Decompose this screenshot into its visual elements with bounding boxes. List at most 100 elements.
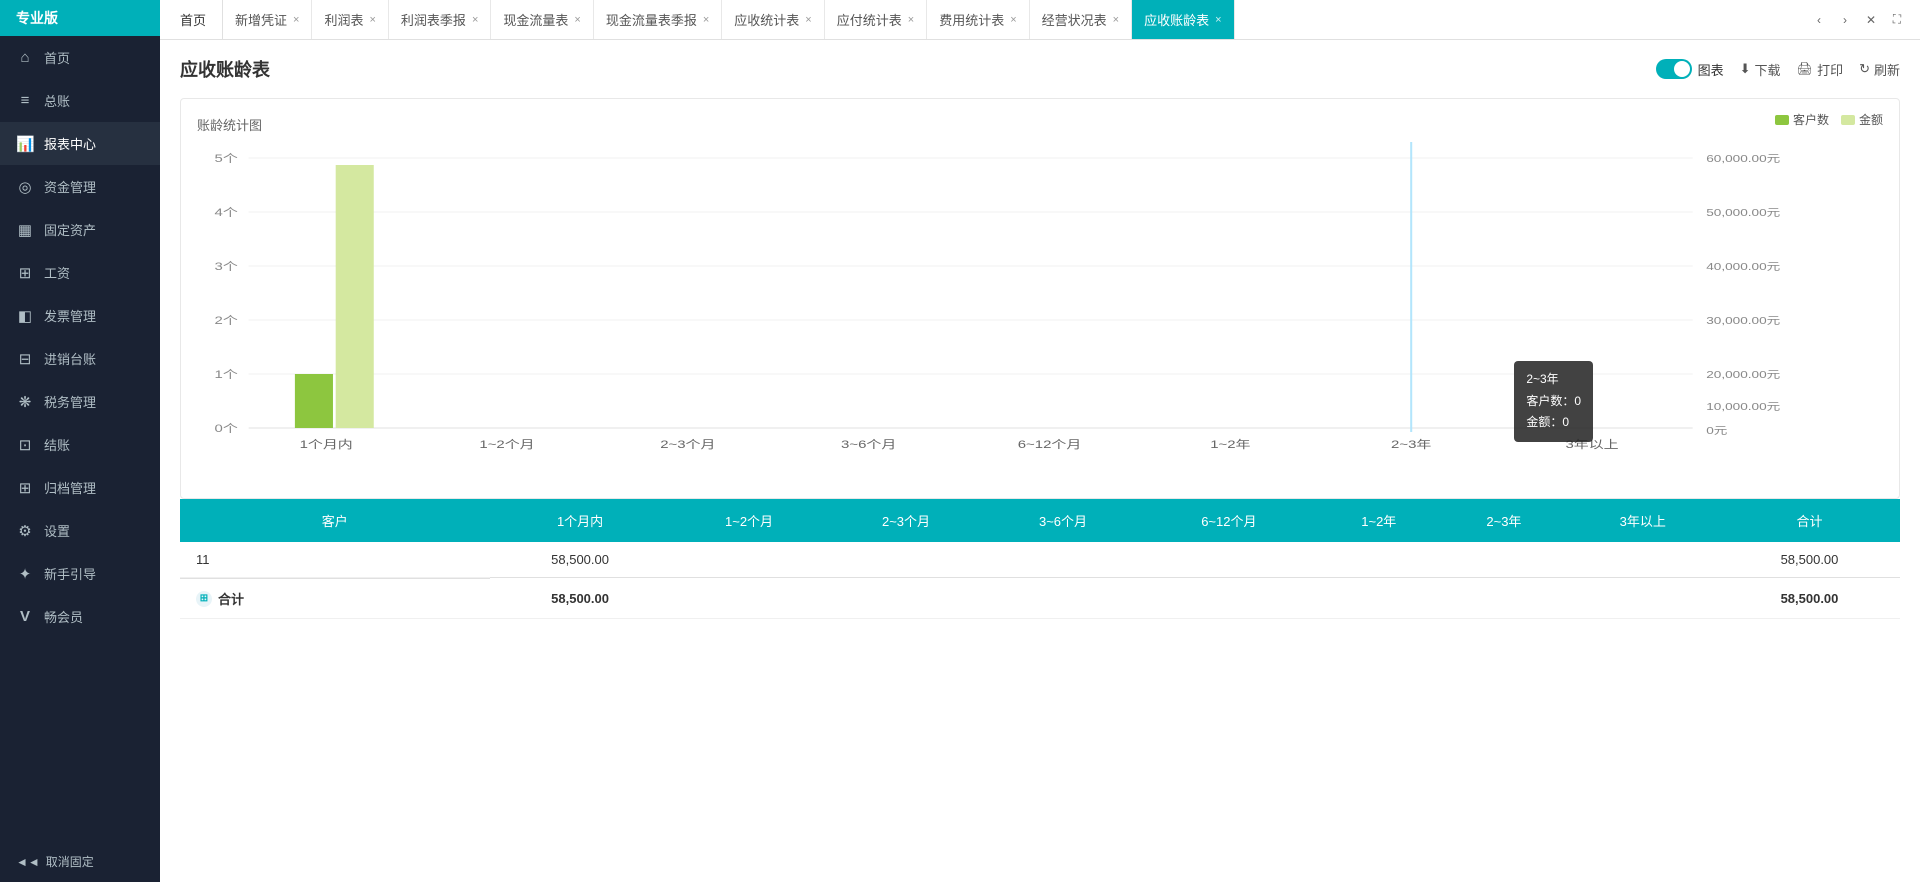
chart-toggle[interactable]: 图表 bbox=[1656, 59, 1724, 79]
tab-expand-btn[interactable]: ⛶ bbox=[1886, 9, 1908, 31]
sidebar-item-ledger[interactable]: ≡ 总账 bbox=[0, 79, 160, 122]
tab-profit-quarter[interactable]: 利润表季报 × bbox=[389, 0, 491, 39]
tab-voucher-label: 新增凭证 bbox=[235, 10, 287, 29]
settings-icon: ⚙ bbox=[16, 522, 34, 540]
legend-color-amount bbox=[1841, 115, 1855, 125]
total-icon: ⊞ bbox=[196, 591, 212, 607]
print-btn[interactable]: 🖨 打印 bbox=[1797, 60, 1844, 79]
total-label: 合计 bbox=[218, 589, 244, 608]
page-actions: 图表 ⬇ 下载 🖨 打印 ↻ 刷新 bbox=[1656, 59, 1900, 79]
tab-voucher[interactable]: 新增凭证 × bbox=[223, 0, 312, 39]
tab-profit-close[interactable]: × bbox=[369, 14, 375, 26]
tab-cashflow-quarter[interactable]: 现金流量表季报 × bbox=[594, 0, 722, 39]
tab-business-status[interactable]: 经营状况表 × bbox=[1030, 0, 1132, 39]
cell-m4 bbox=[985, 542, 1142, 578]
sidebar-label-inventory: 进销台账 bbox=[44, 349, 96, 368]
chart-title: 账龄统计图 bbox=[197, 115, 1883, 134]
download-btn[interactable]: ⬇ 下载 bbox=[1740, 60, 1781, 79]
col-m6: 1~2年 bbox=[1316, 499, 1441, 542]
sidebar-item-inventory[interactable]: ⊟ 进销台账 bbox=[0, 337, 160, 380]
sidebar-label-closing: 结账 bbox=[44, 435, 70, 454]
tab-cashflow-label: 现金流量表 bbox=[503, 10, 568, 29]
tab-ar-aging-label: 应收账龄表 bbox=[1144, 10, 1209, 29]
col-customer: 客户 bbox=[180, 499, 490, 542]
sidebar-item-closing[interactable]: ⊡ 结账 bbox=[0, 423, 160, 466]
y-right-10k: 10,000.00元 bbox=[1706, 401, 1780, 413]
x-label-m1: 1个月内 bbox=[300, 438, 353, 451]
archive-icon: ⊞ bbox=[16, 479, 34, 497]
tab-ar-aging[interactable]: 应收账龄表 × bbox=[1132, 0, 1234, 39]
sidebar-item-archive[interactable]: ⊞ 归档管理 bbox=[0, 466, 160, 509]
y-label-2: 2个 bbox=[215, 314, 238, 327]
cell-m6 bbox=[1316, 542, 1441, 578]
bar-m1-customers bbox=[295, 374, 333, 428]
sidebar-item-reports[interactable]: 📊 报表中心 bbox=[0, 122, 160, 165]
home-icon: ⌂ bbox=[16, 49, 34, 66]
sidebar-item-tax[interactable]: ❋ 税务管理 bbox=[0, 380, 160, 423]
tab-profit[interactable]: 利润表 × bbox=[312, 0, 388, 39]
cell-m8 bbox=[1566, 542, 1719, 578]
tab-cashflow[interactable]: 现金流量表 × bbox=[491, 0, 593, 39]
tab-ar-stats[interactable]: 应收统计表 × bbox=[722, 0, 824, 39]
legend-label-amount: 金额 bbox=[1859, 111, 1883, 128]
sidebar-item-settings[interactable]: ⚙ 设置 bbox=[0, 509, 160, 552]
tab-prev-btn[interactable]: ‹ bbox=[1808, 9, 1830, 31]
cell-m1: 58,500.00 bbox=[490, 542, 671, 578]
refresh-icon: ↻ bbox=[1859, 61, 1870, 77]
sidebar-item-funds[interactable]: ◎ 资金管理 bbox=[0, 165, 160, 208]
tab-ar-stats-close[interactable]: × bbox=[805, 14, 811, 26]
tab-bar: 首页 新增凭证 × 利润表 × 利润表季报 × 现金流量表 × 现金流量表季报 … bbox=[160, 0, 1920, 40]
tab-business-status-label: 经营状况表 bbox=[1042, 10, 1107, 29]
tab-ap-stats[interactable]: 应付统计表 × bbox=[825, 0, 927, 39]
tab-next-btn[interactable]: › bbox=[1834, 9, 1856, 31]
tab-profit-quarter-close[interactable]: × bbox=[472, 14, 478, 26]
cell-m2 bbox=[671, 542, 828, 578]
bar-m1-amount bbox=[336, 165, 374, 428]
sidebar-pin-toggle[interactable]: ◄◄ 取消固定 bbox=[0, 841, 160, 882]
x-label-m2: 1~2个月 bbox=[479, 438, 534, 451]
refresh-btn[interactable]: ↻ 刷新 bbox=[1859, 60, 1900, 79]
tab-profit-label: 利润表 bbox=[324, 10, 363, 29]
sidebar-label-funds: 资金管理 bbox=[44, 177, 96, 196]
y-label-4: 4个 bbox=[215, 206, 238, 219]
total-m4 bbox=[985, 578, 1142, 619]
sidebar-item-salary[interactable]: ⊞ 工资 bbox=[0, 251, 160, 294]
col-m8: 3年以上 bbox=[1566, 499, 1719, 542]
tab-cashflow-quarter-label: 现金流量表季报 bbox=[606, 10, 697, 29]
tab-expense-stats-close[interactable]: × bbox=[1010, 14, 1016, 26]
tab-ar-aging-close[interactable]: × bbox=[1215, 14, 1221, 26]
total-total: 58,500.00 bbox=[1719, 578, 1900, 619]
ledger-icon: ≡ bbox=[16, 92, 34, 109]
tab-cashflow-close[interactable]: × bbox=[574, 14, 580, 26]
sidebar-label-guide: 新手引导 bbox=[44, 564, 96, 583]
tab-voucher-close[interactable]: × bbox=[293, 14, 299, 26]
y-label-3: 3个 bbox=[215, 260, 238, 273]
pin-icon: ◄◄ bbox=[16, 855, 40, 869]
sidebar-label-archive: 归档管理 bbox=[44, 478, 96, 497]
sidebar-label-ledger: 总账 bbox=[44, 91, 70, 110]
sidebar: 专业版 ⌂ 首页 ≡ 总账 📊 报表中心 ◎ 资金管理 ▦ 固定资产 ⊞ 工资 … bbox=[0, 0, 160, 882]
tab-cashflow-quarter-close[interactable]: × bbox=[703, 14, 709, 26]
y-right-20k: 20,000.00元 bbox=[1706, 369, 1780, 381]
sidebar-label-vip: 畅会员 bbox=[44, 607, 83, 626]
toggle-track[interactable] bbox=[1656, 59, 1692, 79]
tab-close-all-btn[interactable]: ✕ bbox=[1860, 9, 1882, 31]
tab-expense-stats[interactable]: 费用统计表 × bbox=[927, 0, 1029, 39]
sidebar-item-vip[interactable]: V 畅会员 bbox=[0, 595, 160, 638]
col-m2: 1~2个月 bbox=[671, 499, 828, 542]
tab-home[interactable]: 首页 bbox=[164, 0, 223, 39]
sidebar-item-home[interactable]: ⌂ 首页 bbox=[0, 36, 160, 79]
col-m7: 2~3年 bbox=[1441, 499, 1566, 542]
vip-icon: V bbox=[16, 608, 34, 625]
cell-customer: 11 bbox=[180, 542, 490, 578]
table-header: 客户 1个月内 1~2个月 2~3个月 3~6个月 6~12个月 1~2年 2~… bbox=[180, 499, 1900, 542]
sidebar-item-guide[interactable]: ✦ 新手引导 bbox=[0, 552, 160, 595]
tab-ar-stats-label: 应收统计表 bbox=[734, 10, 799, 29]
toggle-thumb bbox=[1674, 61, 1690, 77]
download-label: 下载 bbox=[1755, 60, 1781, 79]
sidebar-item-invoice[interactable]: ◧ 发票管理 bbox=[0, 294, 160, 337]
sidebar-item-assets[interactable]: ▦ 固定资产 bbox=[0, 208, 160, 251]
tab-business-status-close[interactable]: × bbox=[1113, 14, 1119, 26]
tab-ap-stats-close[interactable]: × bbox=[908, 14, 914, 26]
x-label-m8: 3年以上 bbox=[1565, 438, 1618, 451]
